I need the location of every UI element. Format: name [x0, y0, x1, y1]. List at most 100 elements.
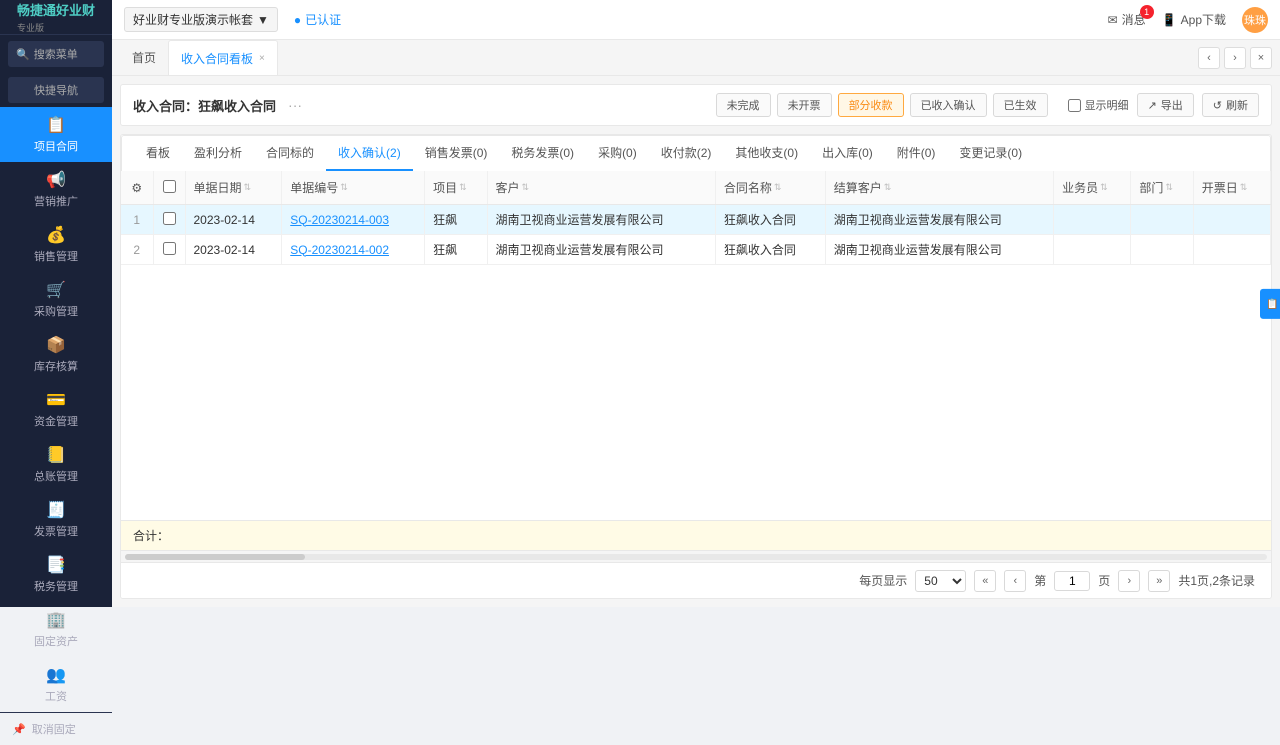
certified-label: 已认证	[305, 11, 341, 28]
salesperson-sort-icon[interactable]: ⇅	[1100, 182, 1108, 193]
row-open-date	[1193, 235, 1270, 265]
row-num: 2	[121, 235, 153, 265]
row-settlement: 湖南卫视商业运营发展有限公司	[825, 205, 1053, 235]
close-tab-icon[interactable]: ×	[259, 53, 265, 64]
row-project: 狂飙	[425, 235, 487, 265]
scrollbar-track[interactable]	[125, 554, 1267, 560]
sidebar-item-hr[interactable]: 👥 工资	[0, 657, 112, 712]
side-action-btn[interactable]: 📋	[1260, 288, 1280, 318]
tab-warehouse[interactable]: 出入库(0)	[810, 136, 885, 171]
user-avatar[interactable]: 珠珠	[1242, 7, 1268, 33]
sidebar-item-sales[interactable]: 💰 销售管理	[0, 217, 112, 272]
department-col-header: 部门⇅	[1131, 171, 1193, 205]
tab-income-confirm[interactable]: 收入确认(2)	[326, 136, 413, 171]
horizontal-scrollbar[interactable]	[121, 550, 1271, 562]
quick-nav-btn[interactable]: 快捷导航	[0, 73, 112, 107]
message-btn[interactable]: ✉ 1 消息	[1108, 11, 1146, 28]
more-options-btn[interactable]: ···	[288, 97, 302, 113]
select-all-checkbox[interactable]	[163, 180, 176, 193]
sidebar-item-label: 项目合同	[34, 138, 78, 154]
sidebar-item-marketing[interactable]: 📢 营销推广	[0, 162, 112, 217]
row-checkbox[interactable]	[153, 235, 185, 265]
topbar-actions: ✉ 1 消息 📱 App下载 珠珠	[1108, 7, 1268, 33]
search-menu-button[interactable]: 🔍 搜索菜单	[8, 41, 104, 67]
show-detail-checkbox[interactable]	[1068, 99, 1081, 112]
tab-profit[interactable]: 盈利分析	[182, 136, 254, 171]
tax-icon: 📑	[46, 555, 66, 575]
open-date-sort-icon[interactable]: ⇅	[1240, 182, 1248, 193]
quick-nav-button[interactable]: 快捷导航	[8, 77, 104, 103]
table-row[interactable]: 1 2023-02-14 SQ-20230214-003 狂飙 湖南卫视商业运营…	[121, 205, 1271, 235]
show-detail-label[interactable]: 显示明细	[1068, 97, 1129, 113]
checkbox-col-header[interactable]	[153, 171, 185, 205]
row-date: 2023-02-14	[185, 235, 282, 265]
first-page-btn[interactable]: «	[974, 570, 996, 592]
row-department	[1131, 235, 1193, 265]
open-date-col-header: 开票日⇅	[1193, 171, 1270, 205]
content-area: 收入合同：狂飙收入合同 ··· 未完成 未开票 部分收款 已收入确认 已生效 显…	[112, 76, 1280, 607]
settings-col-header[interactable]: ⚙	[121, 171, 153, 205]
logo: 畅捷通好业财 专业版	[0, 0, 112, 35]
contract-sort-icon[interactable]: ⇅	[774, 182, 782, 193]
department-sort-icon[interactable]: ⇅	[1165, 182, 1173, 193]
tab-change-log[interactable]: 变更记录(0)	[947, 136, 1034, 171]
last-page-btn[interactable]: »	[1148, 570, 1170, 592]
scrollbar-thumb[interactable]	[125, 554, 305, 560]
number-sort-icon[interactable]: ⇅	[340, 182, 348, 193]
company-name: 好业财专业版演示帐套	[133, 11, 253, 28]
sidebar-item-fixed-assets[interactable]: 🏢 固定资产	[0, 602, 112, 657]
tab-home[interactable]: 首页	[120, 40, 168, 75]
status-partial-received[interactable]: 部分收款	[838, 93, 904, 117]
row-checkbox[interactable]	[153, 205, 185, 235]
tab-dashboard[interactable]: 看板	[134, 136, 182, 171]
app-download-btn[interactable]: 📱 App下载	[1162, 11, 1226, 28]
prev-page-btn[interactable]: ‹	[1004, 570, 1026, 592]
tab-attachment[interactable]: 附件(0)	[885, 136, 948, 171]
unpin-btn[interactable]: 📌 取消固定	[0, 713, 112, 745]
sidebar-item-label: 采购管理	[34, 303, 78, 319]
sidebar-item-project-contract[interactable]: 📋 项目合同	[0, 107, 112, 162]
refresh-btn[interactable]: ↺ 刷新	[1202, 93, 1259, 117]
sidebar-item-tax[interactable]: 📑 税务管理	[0, 547, 112, 602]
sidebar-item-label: 总账管理	[34, 468, 78, 484]
sidebar-item-label: 营销推广	[34, 193, 78, 209]
status-not-invoiced[interactable]: 未开票	[777, 93, 832, 117]
sidebar-item-label: 库存核算	[34, 358, 78, 374]
sidebar-item-capital[interactable]: 💳 资金管理	[0, 382, 112, 437]
row-number-link[interactable]: SQ-20230214-002	[290, 243, 389, 257]
marketing-icon: 📢	[46, 170, 66, 190]
date-sort-icon[interactable]: ⇅	[244, 182, 252, 193]
row-number-link[interactable]: SQ-20230214-003	[290, 213, 389, 227]
sidebar-item-inventory[interactable]: 📦 库存核算	[0, 327, 112, 382]
page-number-input[interactable]	[1054, 571, 1090, 591]
sidebar-item-general-ledger[interactable]: 📒 总账管理	[0, 437, 112, 492]
per-page-select[interactable]: 50 20 100	[915, 570, 966, 592]
tab-tax-invoice[interactable]: 税务发票(0)	[499, 136, 586, 171]
tab-contract-standard[interactable]: 合同标的	[254, 136, 326, 171]
tab-payment[interactable]: 收付款(2)	[649, 136, 724, 171]
chevron-down-icon: ▼	[257, 13, 269, 27]
avatar-label: 珠珠	[1244, 12, 1266, 28]
customer-sort-icon[interactable]: ⇅	[522, 182, 530, 193]
settlement-sort-icon[interactable]: ⇅	[884, 182, 892, 193]
tab-prev-btn[interactable]: ‹	[1198, 47, 1220, 69]
sidebar-item-invoice[interactable]: 🧾 发票管理	[0, 492, 112, 547]
settings-icon[interactable]: ⚙	[131, 181, 142, 195]
export-btn[interactable]: ↗ 导出	[1137, 93, 1194, 117]
tab-income-contract[interactable]: 收入合同看板 ×	[168, 40, 278, 75]
project-sort-icon[interactable]: ⇅	[459, 182, 467, 193]
status-confirmed[interactable]: 已收入确认	[910, 93, 987, 117]
next-page-btn[interactable]: ›	[1118, 570, 1140, 592]
search-menu-btn[interactable]: 🔍 搜索菜单	[0, 35, 112, 73]
table-row[interactable]: 2 2023-02-14 SQ-20230214-002 狂飙 湖南卫视商业运营…	[121, 235, 1271, 265]
tab-purchase[interactable]: 采购(0)	[586, 136, 649, 171]
main-area: 好业财专业版演示帐套 ▼ ● 已认证 ✉ 1 消息 📱 App下载 珠珠 首页	[112, 0, 1280, 607]
tab-next-btn[interactable]: ›	[1224, 47, 1246, 69]
tab-close-btn[interactable]: ×	[1250, 47, 1272, 69]
sidebar-item-purchase[interactable]: 🛒 采购管理	[0, 272, 112, 327]
status-not-complete[interactable]: 未完成	[716, 93, 771, 117]
status-effective[interactable]: 已生效	[993, 93, 1048, 117]
tab-sales-invoice[interactable]: 销售发票(0)	[413, 136, 500, 171]
company-selector[interactable]: 好业财专业版演示帐套 ▼	[124, 7, 278, 32]
tab-other-income[interactable]: 其他收支(0)	[723, 136, 810, 171]
